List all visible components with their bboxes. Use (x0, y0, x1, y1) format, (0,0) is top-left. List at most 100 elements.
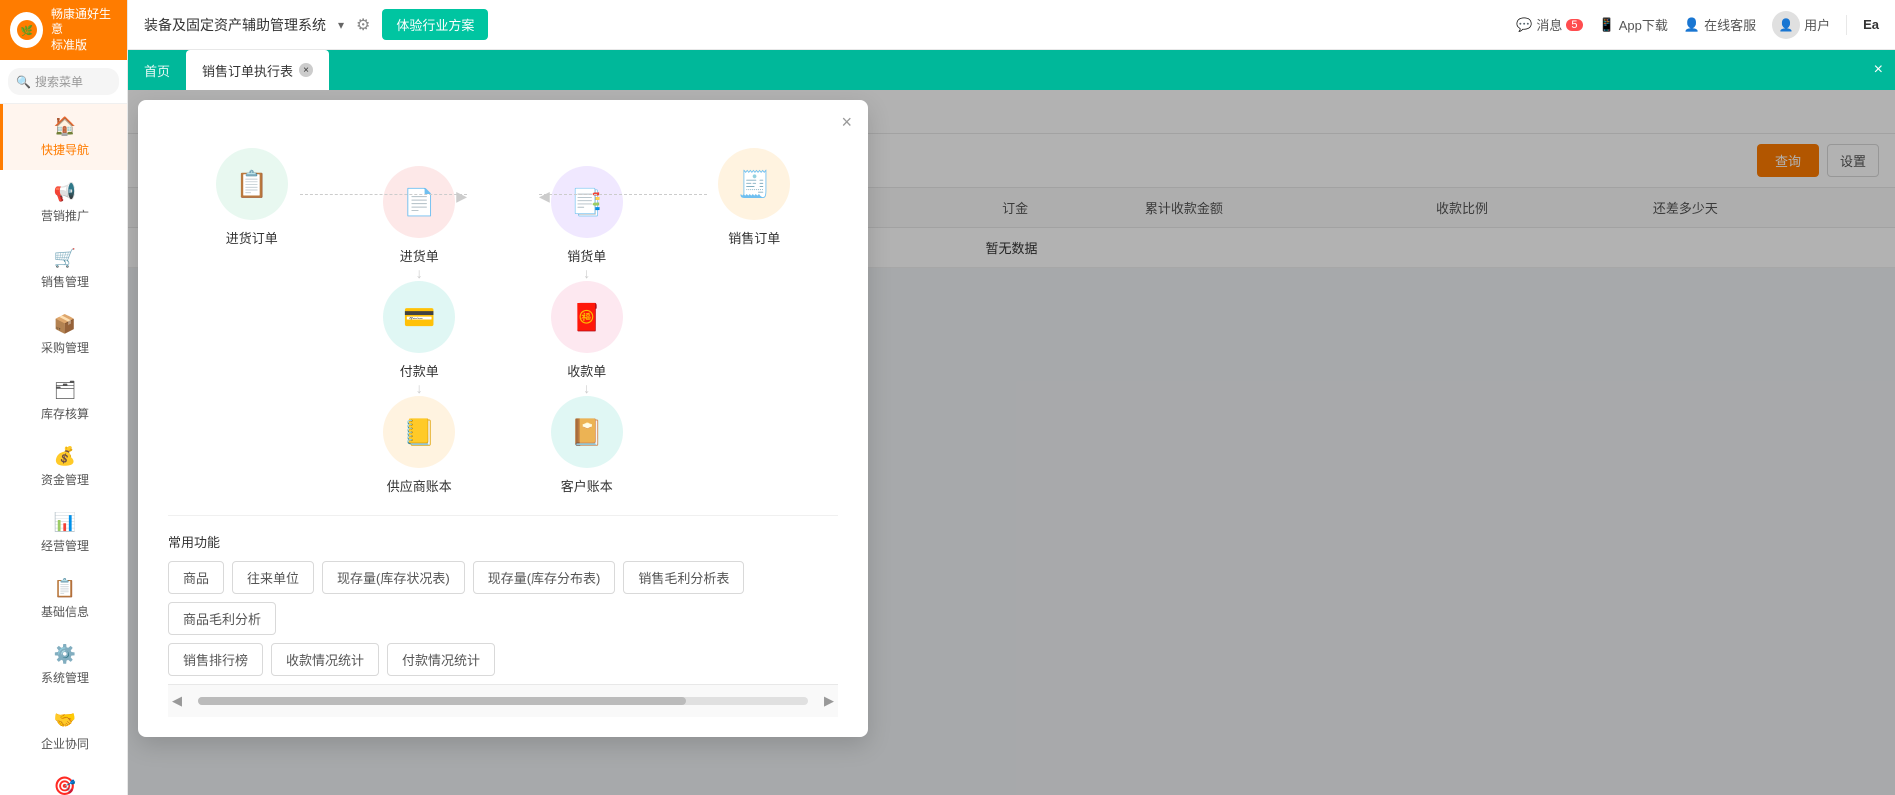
func-btn-inventory-status[interactable]: 现存量(库存状况表) (322, 561, 465, 594)
node-customer-ledger: 📔 客户账本 (503, 396, 671, 495)
experience-btn[interactable]: 体验行业方案 (382, 9, 488, 40)
tab-sales-order-exec[interactable]: 销售订单执行表 × (186, 50, 329, 90)
scroll-right-arrow[interactable]: ▶ (820, 693, 838, 709)
sales-doc-icon: 📑 (551, 166, 623, 238)
topbar: 装备及固定资产辅助管理系统 ▾ ⚙ 体验行业方案 💬 消息 5 📱 App下载 … (128, 0, 1895, 50)
scroll-area: ◀ ▶ (168, 684, 838, 717)
node-receipt: 🧧 收款单 (503, 281, 671, 380)
system-dropdown-arrow[interactable]: ▾ (338, 18, 344, 32)
sidebar-logo: 🌿 畅康通好生意 标准版 (0, 0, 127, 60)
message-icon: 💬 (1516, 17, 1532, 33)
online-service-btn[interactable]: 👤 在线客服 (1684, 15, 1756, 34)
supplier-ledger-label: 供应商账本 (387, 476, 452, 495)
top-right-label: Ea (1863, 17, 1879, 32)
marketing-icon: 📢 (54, 182, 76, 203)
payment-icon: 💳 (383, 281, 455, 353)
func-btns-row1: 商品 往来单位 现存量(库存状况表) 现存量(库存分布表) 销售毛利分析表 商品… (168, 561, 838, 635)
common-funcs-title: 常用功能 (168, 532, 838, 551)
modal-close-button[interactable]: × (841, 112, 852, 133)
sidebar-item-guide[interactable]: 🎯 新手引导 (0, 764, 127, 795)
sidebar-item-purchase[interactable]: 📦 采购管理 (0, 302, 127, 368)
logo-text: 畅康通好生意 标准版 (51, 7, 117, 54)
func-btn-sales-rank[interactable]: 销售排行榜 (168, 643, 263, 676)
modal-dialog: × 📋 进货订单 (138, 100, 868, 737)
finance-icon: 💰 (54, 446, 76, 467)
svg-text:🌿: 🌿 (20, 24, 32, 37)
search-icon: 🔍 (16, 75, 31, 89)
sidebar-item-system[interactable]: ⚙️ 系统管理 (0, 632, 127, 698)
settings-icon[interactable]: ⚙ (356, 15, 370, 35)
purchase-order-icon: 📋 (216, 148, 288, 220)
page-area: ❓ 帮助 🖨 按模板打印 ▾ ⬆ 导出 🔄 刷新 (128, 90, 1895, 795)
search-menu-button[interactable]: 🔍 搜索菜单 (8, 68, 119, 95)
r2c1: ↓ (336, 265, 504, 281)
download-icon: 📱 (1599, 17, 1615, 33)
sidebar-item-basic-info[interactable]: 📋 基础信息 (0, 566, 127, 632)
message-btn[interactable]: 💬 消息 5 (1516, 15, 1582, 34)
tabs-bar: 首页 销售订单执行表 × × (128, 50, 1895, 90)
scroll-left-arrow[interactable]: ◀ (168, 693, 186, 709)
sidebar-nav: 🏠 快捷导航 📢 营销推广 🛒 销售管理 📦 采购管理 🗂 库存核算 💰 (0, 104, 127, 795)
purchase-icon: 📦 (54, 314, 76, 335)
arrow-down-pd: ↓ (416, 265, 423, 281)
func-btn-payment-stats[interactable]: 付款情况统计 (387, 643, 495, 676)
node-purchase-order: 📋 进货订单 (168, 148, 336, 247)
func-btn-product-gross[interactable]: 商品毛利分析 (168, 602, 276, 635)
sidebar-item-inventory[interactable]: 🗂 库存核算 (0, 368, 127, 434)
system-icon: ⚙️ (54, 644, 76, 665)
func-btn-partner[interactable]: 往来单位 (232, 561, 314, 594)
common-functions-section: 常用功能 商品 往来单位 现存量(库存状况表) 现存量(库存分布表) 销售毛利分… (168, 515, 838, 676)
node-supplier-ledger: 📒 供应商账本 (336, 396, 504, 495)
arrow-so-to-sd: ◀ 📑 销货单 (503, 130, 671, 265)
purchase-doc-icon: 📄 (383, 166, 455, 238)
sales-order-label: 销售订单 (728, 228, 780, 247)
service-icon: 👤 (1684, 17, 1700, 33)
sidebar-item-finance[interactable]: 💰 资金管理 (0, 434, 127, 500)
sidebar-item-marketing[interactable]: 📢 营销推广 (0, 170, 127, 236)
r4c1: ↓ (336, 380, 504, 396)
modal-overlay[interactable]: × 📋 进货订单 (128, 90, 1895, 795)
r4c2: ↓ (503, 380, 671, 396)
guide-icon: 🎯 (54, 776, 76, 795)
topbar-right: 💬 消息 5 📱 App下载 👤 在线客服 👤 用户 (1516, 11, 1879, 39)
func-btn-receipt-stats[interactable]: 收款情况统计 (271, 643, 379, 676)
scroll-thumb (198, 697, 686, 705)
app-download-btn[interactable]: 📱 App下载 (1599, 15, 1668, 34)
payment-label: 付款单 (400, 361, 439, 380)
close-all-tabs-button[interactable]: × (1874, 61, 1883, 79)
scroll-track[interactable] (198, 697, 808, 705)
system-title: 装备及固定资产辅助管理系统 (144, 15, 326, 35)
customer-ledger-label: 客户账本 (561, 476, 613, 495)
separator (1846, 15, 1847, 35)
tab-home[interactable]: 首页 (128, 50, 186, 90)
enterprise-icon: 🤝 (54, 710, 76, 731)
inventory-icon: 🗂 (54, 380, 77, 401)
node-payment: 💳 付款单 (336, 281, 504, 380)
logo-icon: 🌿 (10, 12, 43, 48)
sidebar-item-sales[interactable]: 🛒 销售管理 (0, 236, 127, 302)
avatar: 👤 (1772, 11, 1800, 39)
sidebar: 🌿 畅康通好生意 标准版 🔍 搜索菜单 🏠 快捷导航 📢 营销推广 (0, 0, 128, 795)
sales-icon: 🛒 (54, 248, 76, 269)
operation-icon: 📊 (54, 512, 76, 533)
func-btn-sales-gross[interactable]: 销售毛利分析表 (623, 561, 744, 594)
sidebar-item-operation[interactable]: 📊 经营管理 (0, 500, 127, 566)
supplier-ledger-icon: 📒 (383, 396, 455, 468)
purchase-order-label: 进货订单 (226, 228, 278, 247)
main-content: 装备及固定资产辅助管理系统 ▾ ⚙ 体验行业方案 💬 消息 5 📱 App下载 … (128, 0, 1895, 795)
node-sales-order: 🧾 销售订单 (671, 148, 839, 247)
sales-doc-label: 销货单 (567, 246, 606, 265)
arrow-down-sd: ↓ (583, 265, 590, 281)
arrow-po-to-pd: ▶ 📄 进货单 (336, 130, 504, 265)
sidebar-item-enterprise[interactable]: 🤝 企业协同 (0, 698, 127, 764)
message-badge: 5 (1566, 19, 1582, 31)
sidebar-item-quick-nav[interactable]: 🏠 快捷导航 (0, 104, 127, 170)
receipt-label: 收款单 (567, 361, 606, 380)
func-btn-inventory-dist[interactable]: 现存量(库存分布表) (473, 561, 616, 594)
tab-close-button[interactable]: × (299, 63, 313, 77)
user-btn[interactable]: 👤 用户 (1772, 11, 1830, 39)
sidebar-search-area: 🔍 搜索菜单 (0, 60, 127, 104)
arrow-down-payment: ↓ (416, 380, 423, 396)
receipt-icon: 🧧 (551, 281, 623, 353)
func-btn-product[interactable]: 商品 (168, 561, 224, 594)
